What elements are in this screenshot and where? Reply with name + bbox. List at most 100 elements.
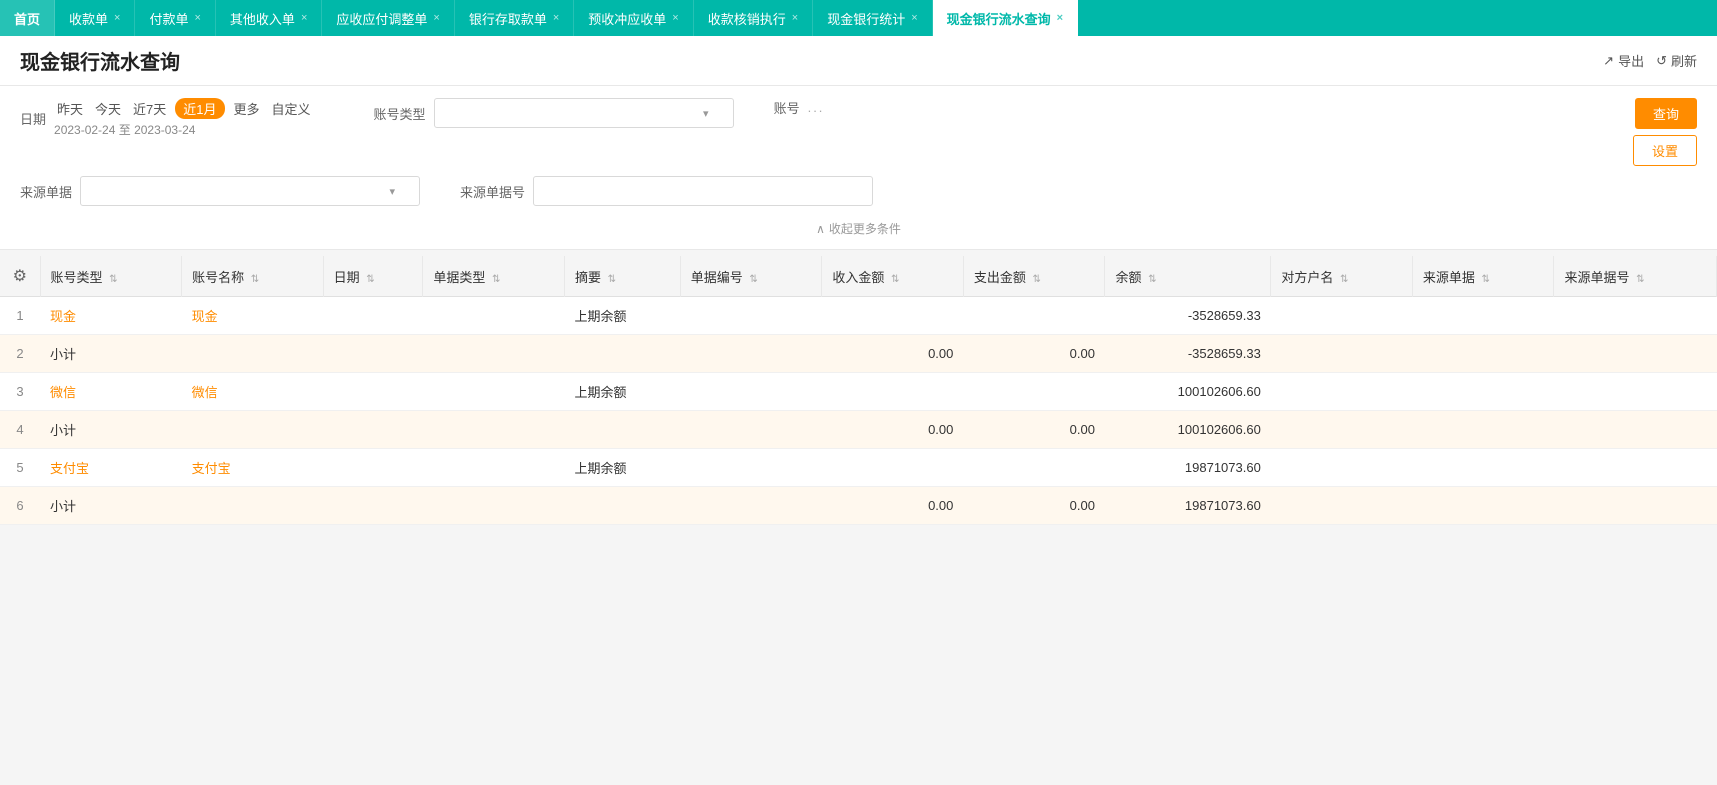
cell-counterpart	[1271, 411, 1413, 449]
refresh-button[interactable]: ↺ 刷新	[1656, 51, 1697, 70]
cell-account-type: 小计	[40, 487, 182, 525]
nav-receipt-verify-close[interactable]: ×	[792, 12, 798, 24]
source-doc-no-input[interactable]	[533, 176, 873, 206]
shortcut-today[interactable]: 今天	[92, 98, 124, 119]
table-header: ⚙ 账号类型 ⇅ 账号名称 ⇅ 日期 ⇅ 单据类型 ⇅	[0, 256, 1717, 297]
sort-icon: ⇅	[891, 274, 899, 285]
cell-doc-no	[680, 449, 822, 487]
source-doc-no-group: 来源单据号	[460, 176, 873, 206]
nav-advance-offset-label: 预收冲应收单	[588, 9, 666, 28]
cell-source-doc-no	[1554, 449, 1717, 487]
date-label: 日期	[20, 109, 46, 128]
th-date-label: 日期	[334, 270, 360, 285]
date-shortcuts: 昨天 今天 近7天 近1月 更多 自定义	[54, 98, 314, 119]
cell-income	[822, 373, 964, 411]
settings-button[interactable]: 设置	[1633, 135, 1697, 166]
th-source-doc-no[interactable]: 来源单据号 ⇅	[1554, 256, 1717, 297]
export-icon: ↗	[1603, 53, 1614, 69]
nav-cash-stat[interactable]: 现金银行统计 ×	[813, 0, 932, 36]
nav-payment[interactable]: 付款单 ×	[135, 0, 215, 36]
nav-receipt-label: 收款单	[69, 9, 108, 28]
page-title: 现金银行流水查询	[20, 46, 180, 75]
table-row[interactable]: 3微信微信上期余额100102606.60	[0, 373, 1717, 411]
collapse-bar[interactable]: ∧ 收起更多条件	[20, 216, 1697, 241]
gear-icon[interactable]: ⚙	[13, 268, 27, 285]
date-filter-group: 日期 昨天 今天 近7天 近1月 更多 自定义 2023-02-24 至 202…	[20, 98, 314, 138]
account-type-group: 账号类型 ▾	[374, 98, 734, 128]
nav-ar-ap-adjust-close[interactable]: ×	[433, 12, 439, 24]
nav-advance-offset-close[interactable]: ×	[672, 12, 678, 24]
cell-expense: 0.00	[963, 411, 1105, 449]
account-type-label: 账号类型	[374, 104, 426, 123]
cell-date	[323, 373, 423, 411]
nav-cash-stat-close[interactable]: ×	[911, 12, 917, 24]
th-income-label: 收入金额	[832, 270, 884, 285]
nav-other-income-label: 其他收入单	[230, 9, 295, 28]
cell-account-type: 微信	[40, 373, 182, 411]
table-row[interactable]: 6小计0.000.0019871073.60	[0, 487, 1717, 525]
sort-icon: ⇅	[1148, 274, 1156, 285]
source-doc-select[interactable]: ▾	[80, 176, 420, 206]
th-source-doc[interactable]: 来源单据 ⇅	[1412, 256, 1554, 297]
cell-expense	[963, 297, 1105, 335]
table-row[interactable]: 5支付宝支付宝上期余额19871073.60	[0, 449, 1717, 487]
shortcut-7days[interactable]: 近7天	[130, 98, 169, 119]
table-row[interactable]: 2小计0.000.00-3528659.33	[0, 335, 1717, 373]
cell-expense: 0.00	[963, 487, 1105, 525]
nav-advance-offset[interactable]: 预收冲应收单 ×	[574, 0, 693, 36]
nav-home[interactable]: 首页	[0, 0, 55, 36]
sort-icon: ⇅	[492, 274, 500, 285]
shortcut-custom[interactable]: 自定义	[269, 98, 314, 119]
cell-doc-type	[423, 487, 565, 525]
th-doc-type[interactable]: 单据类型 ⇅	[423, 256, 565, 297]
ellipsis-icon[interactable]: ...	[808, 100, 825, 115]
th-account-name[interactable]: 账号名称 ⇅	[182, 256, 324, 297]
th-income[interactable]: 收入金额 ⇅	[822, 256, 964, 297]
cell-doc-no	[680, 411, 822, 449]
nav-bank-deposit[interactable]: 银行存取款单 ×	[455, 0, 574, 36]
query-button[interactable]: 查询	[1635, 98, 1697, 129]
shortcut-yesterday[interactable]: 昨天	[54, 98, 86, 119]
th-date[interactable]: 日期 ⇅	[323, 256, 423, 297]
nav-receipt-close[interactable]: ×	[114, 12, 120, 24]
refresh-label: 刷新	[1671, 51, 1697, 70]
source-doc-no-label: 来源单据号	[460, 182, 525, 201]
th-balance[interactable]: 余额 ⇅	[1105, 256, 1271, 297]
top-nav: 首页 收款单 × 付款单 × 其他收入单 × 应收应付调整单 × 银行存取款单 …	[0, 0, 1717, 36]
nav-ar-ap-adjust[interactable]: 应收应付调整单 ×	[322, 0, 454, 36]
cell-account-name	[182, 335, 324, 373]
account-label: 账号	[774, 98, 800, 117]
nav-cash-flow[interactable]: 现金银行流水查询 ×	[933, 0, 1078, 36]
th-counterpart[interactable]: 对方户名 ⇅	[1271, 256, 1413, 297]
account-type-select[interactable]: ▾	[434, 98, 734, 128]
cell-counterpart	[1271, 373, 1413, 411]
nav-cash-stat-label: 现金银行统计	[827, 9, 905, 28]
cell-account-type: 小计	[40, 335, 182, 373]
nav-bank-deposit-close[interactable]: ×	[553, 12, 559, 24]
th-expense[interactable]: 支出金额 ⇅	[963, 256, 1105, 297]
nav-receipt[interactable]: 收款单 ×	[55, 0, 135, 36]
nav-receipt-verify[interactable]: 收款核销执行 ×	[694, 0, 813, 36]
th-doc-no[interactable]: 单据编号 ⇅	[680, 256, 822, 297]
shortcut-1month[interactable]: 近1月	[175, 98, 224, 119]
nav-payment-close[interactable]: ×	[194, 12, 200, 24]
filter-area: 日期 昨天 今天 近7天 近1月 更多 自定义 2023-02-24 至 202…	[0, 86, 1717, 250]
th-summary[interactable]: 摘要 ⇅	[564, 256, 680, 297]
account-group: 账号 ...	[774, 98, 825, 117]
cell-account-type: 支付宝	[40, 449, 182, 487]
export-button[interactable]: ↗ 导出	[1603, 51, 1644, 70]
source-doc-chevron-icon: ▾	[389, 185, 395, 198]
cell-expense: 0.00	[963, 335, 1105, 373]
nav-cash-flow-label: 现金银行流水查询	[947, 9, 1051, 28]
th-gear[interactable]: ⚙	[0, 256, 40, 297]
nav-cash-flow-close[interactable]: ×	[1057, 12, 1063, 24]
nav-receipt-verify-label: 收款核销执行	[708, 9, 786, 28]
cell-counterpart	[1271, 487, 1413, 525]
source-doc-group: 来源单据 ▾	[20, 176, 420, 206]
shortcut-more[interactable]: 更多	[231, 98, 263, 119]
nav-other-income[interactable]: 其他收入单 ×	[216, 0, 322, 36]
table-row[interactable]: 1现金现金上期余额-3528659.33	[0, 297, 1717, 335]
nav-other-income-close[interactable]: ×	[301, 12, 307, 24]
th-account-type[interactable]: 账号类型 ⇅	[40, 256, 182, 297]
table-row[interactable]: 4小计0.000.00100102606.60	[0, 411, 1717, 449]
